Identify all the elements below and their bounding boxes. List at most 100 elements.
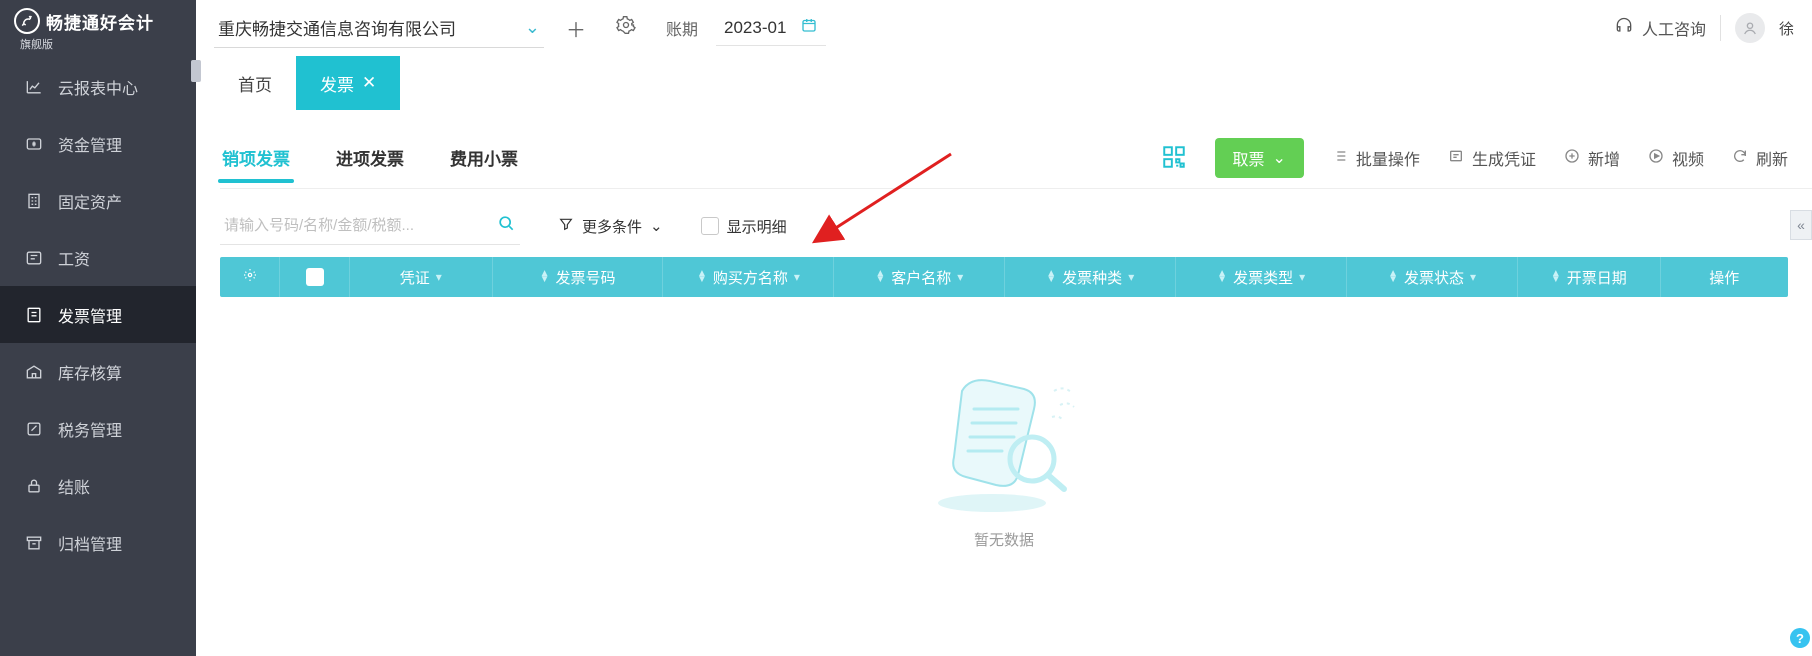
tab-home[interactable]: 首页 — [214, 56, 296, 110]
tab-label: 发票 — [320, 71, 354, 96]
sub-tab-output-invoice[interactable]: 销项发票 — [220, 145, 292, 182]
company-name: 重庆畅捷交通信息咨询有限公司 — [218, 15, 456, 40]
gear-icon — [242, 267, 258, 287]
sort-icon: ▲▼ — [1217, 271, 1227, 283]
money-icon — [24, 134, 44, 154]
th-label: 客户名称 — [891, 267, 951, 288]
th-select-all[interactable] — [280, 257, 350, 297]
help-icon: ? — [1796, 631, 1804, 646]
sidebar-item-closing[interactable]: 结账 — [0, 457, 196, 514]
th-issue-date[interactable]: ▲▼开票日期 — [1518, 257, 1661, 297]
list-icon — [1332, 148, 1348, 169]
voucher-icon — [1448, 148, 1464, 169]
support-link[interactable]: 人工咨询 — [1614, 16, 1706, 41]
play-icon — [1648, 148, 1664, 169]
divider — [1720, 15, 1721, 41]
video-link[interactable]: 视频 — [1648, 146, 1704, 170]
filter-row: 更多条件 ⌄ 显示明细 — [220, 207, 1812, 245]
close-icon[interactable]: ✕ — [362, 73, 376, 93]
sidebar-item-invoice[interactable]: 发票管理 — [0, 286, 196, 343]
tab-invoice[interactable]: 发票 ✕ — [296, 56, 400, 110]
topbar: 重庆畅捷交通信息咨询有限公司 ⌄ ＋ 账期 2023-01 人工咨询 徐 — [196, 0, 1812, 56]
table-header: 凭证▾ ▲▼发票号码 ▲▼购买方名称▾ ▲▼客户名称▾ ▲▼发票种类▾ ▲▼发票… — [220, 257, 1788, 297]
search-box — [220, 207, 520, 245]
period-picker[interactable]: 2023-01 — [716, 10, 826, 46]
checkbox-icon — [306, 268, 324, 286]
brand-name: 畅捷通好会计 — [46, 9, 154, 34]
th-settings[interactable] — [220, 257, 280, 297]
user-avatar[interactable] — [1735, 13, 1765, 43]
chevron-left-icon: « — [1797, 217, 1805, 233]
more-filters-label: 更多条件 — [582, 216, 642, 237]
sidebar-item-salary[interactable]: 工资 — [0, 229, 196, 286]
sort-icon: ▲▼ — [875, 271, 885, 283]
sub-tab-input-invoice[interactable]: 进项发票 — [334, 145, 406, 182]
user-name: 徐 — [1779, 18, 1794, 39]
sidebar-item-archive[interactable]: 归档管理 — [0, 514, 196, 571]
link-label: 批量操作 — [1356, 146, 1420, 170]
add-link[interactable]: 新增 — [1564, 146, 1620, 170]
add-button[interactable]: ＋ — [558, 10, 594, 46]
filter-icon: ▾ — [436, 270, 442, 284]
sidebar-item-label: 固定资产 — [58, 189, 122, 213]
th-invoice-status[interactable]: ▲▼发票状态▾ — [1347, 257, 1518, 297]
sidebar-item-label: 发票管理 — [58, 303, 122, 327]
th-buyer[interactable]: ▲▼购买方名称▾ — [663, 257, 834, 297]
checkbox-label: 显示明细 — [727, 216, 787, 237]
th-label: 操作 — [1709, 267, 1739, 288]
chart-icon — [24, 77, 44, 97]
refresh-link[interactable]: 刷新 — [1732, 146, 1788, 170]
th-actions: 操作 — [1661, 257, 1788, 297]
th-label: 发票号码 — [555, 267, 615, 288]
sidebar-item-label: 工资 — [58, 246, 90, 270]
batch-ops-link[interactable]: 批量操作 — [1332, 146, 1420, 170]
th-label: 发票状态 — [1404, 267, 1464, 288]
sidebar-item-label: 云报表中心 — [58, 75, 138, 99]
company-selector[interactable]: 重庆畅捷交通信息咨询有限公司 ⌄ — [214, 8, 544, 48]
invoice-table: 凭证▾ ▲▼发票号码 ▲▼购买方名称▾ ▲▼客户名称▾ ▲▼发票种类▾ ▲▼发票… — [220, 257, 1788, 550]
sidebar: 畅捷通好会计 旗舰版 云报表中心 资金管理 固定资产 工资 发票管理 库存核算 … — [0, 0, 196, 656]
payroll-icon — [24, 248, 44, 268]
sidebar-item-fixed-assets[interactable]: 固定资产 — [0, 172, 196, 229]
sidebar-item-funds[interactable]: 资金管理 — [0, 115, 196, 172]
filter-icon: ▾ — [957, 270, 963, 284]
content: 销项发票 进项发票 费用小票 取票 ⌄ 批量操作 生成凭证 新增 — [196, 120, 1812, 656]
sub-tab-label: 费用小票 — [450, 150, 518, 169]
tax-icon — [24, 419, 44, 439]
sub-tab-label: 进项发票 — [336, 150, 404, 169]
help-bubble[interactable]: ? — [1790, 628, 1810, 648]
support-label: 人工咨询 — [1642, 16, 1706, 40]
sub-tab-expense-ticket[interactable]: 费用小票 — [448, 145, 520, 182]
th-label: 发票类型 — [1233, 267, 1293, 288]
gen-voucher-link[interactable]: 生成凭证 — [1448, 146, 1536, 170]
headset-icon — [1614, 16, 1634, 41]
inventory-icon — [24, 362, 44, 382]
sidebar-item-tax[interactable]: 税务管理 — [0, 400, 196, 457]
th-invoice-type[interactable]: ▲▼发票类型▾ — [1176, 257, 1347, 297]
th-invoice-no[interactable]: ▲▼发票号码 — [493, 257, 664, 297]
sidebar-item-report-center[interactable]: 云报表中心 — [0, 58, 196, 115]
period-value: 2023-01 — [724, 18, 786, 38]
th-invoice-kind[interactable]: ▲▼发票种类▾ — [1005, 257, 1176, 297]
calendar-icon — [800, 16, 818, 39]
toolbar-right: 取票 ⌄ 批量操作 生成凭证 新增 视频 刷新 — [1161, 138, 1812, 188]
th-customer[interactable]: ▲▼ 客户名称 ▾ — [834, 257, 1005, 297]
search-icon[interactable] — [496, 213, 516, 238]
fetch-invoice-button[interactable]: 取票 ⌄ — [1215, 138, 1304, 178]
chevron-down-icon: ⌄ — [1273, 148, 1286, 168]
gear-icon — [616, 15, 636, 41]
brand-badge-icon — [14, 8, 40, 34]
link-label: 视频 — [1672, 146, 1704, 170]
right-drawer-toggle[interactable]: « — [1790, 210, 1812, 240]
qr-icon[interactable] — [1161, 144, 1187, 173]
plus-icon: ＋ — [566, 14, 586, 43]
link-label: 刷新 — [1756, 146, 1788, 170]
invoice-icon — [24, 305, 44, 325]
th-voucher[interactable]: 凭证▾ — [350, 257, 493, 297]
more-filters-button[interactable]: 更多条件 ⌄ — [558, 216, 663, 237]
checkbox-icon — [701, 217, 719, 235]
sidebar-item-inventory[interactable]: 库存核算 — [0, 343, 196, 400]
settings-button[interactable] — [608, 10, 644, 46]
show-detail-checkbox[interactable]: 显示明细 — [701, 216, 787, 237]
search-input[interactable] — [224, 217, 496, 234]
